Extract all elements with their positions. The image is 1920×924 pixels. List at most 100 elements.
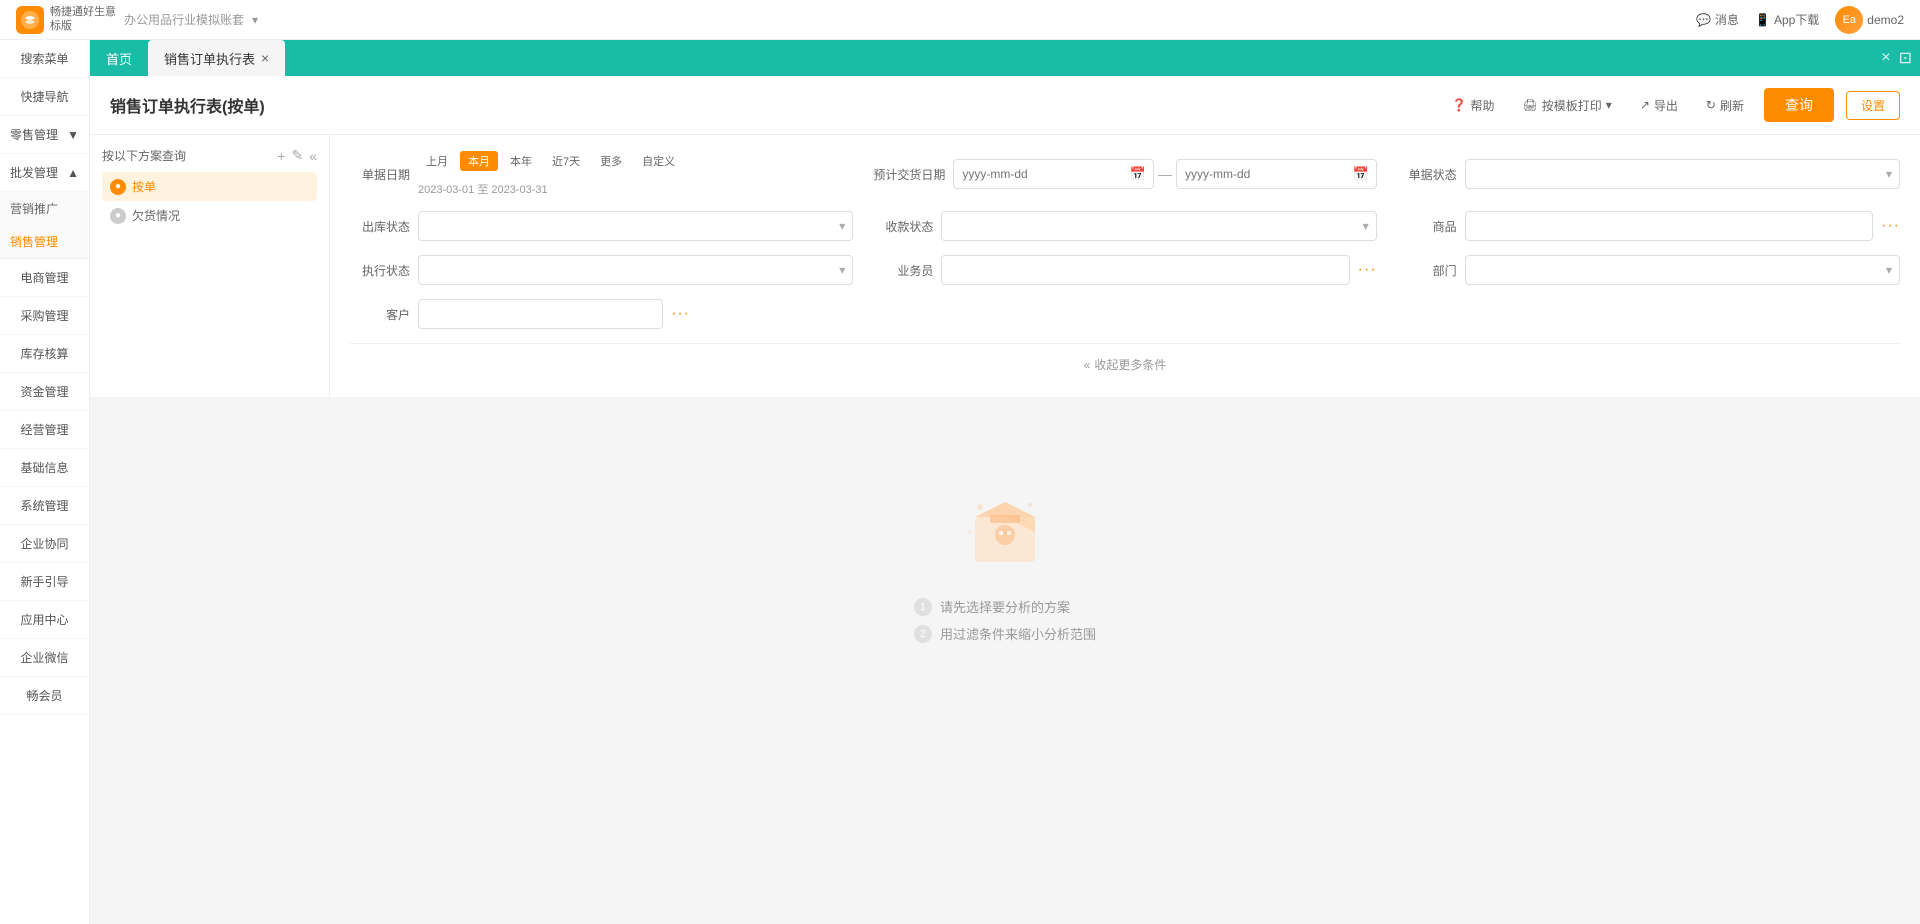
add-scheme-icon[interactable]: + xyxy=(277,148,285,164)
receipt-select[interactable] xyxy=(941,211,1376,241)
dept-select[interactable] xyxy=(1465,255,1900,285)
print-dropdown-icon: ▾ xyxy=(1606,98,1612,112)
status-select[interactable] xyxy=(1465,159,1900,189)
scheme-name-shortage: 欠货情况 xyxy=(132,207,180,224)
date-tag-last-month[interactable]: 上月 xyxy=(418,151,456,171)
customer-field: 客户 ··· xyxy=(350,299,690,329)
filter-scheme-label: 按以下方案查询 xyxy=(102,147,186,164)
template-print-btn[interactable]: 🖨 按模板打印 ▾ xyxy=(1515,93,1620,118)
breadcrumb-icon[interactable]: ▾ xyxy=(252,13,258,27)
sidebar-subitem-marketing[interactable]: 营销推广 xyxy=(0,192,89,225)
collapse-scheme-icon[interactable]: « xyxy=(309,148,317,164)
sidebar-item-finance[interactable]: 资金管理 xyxy=(0,373,89,411)
sidebar-item-basic[interactable]: 基础信息 xyxy=(0,449,89,487)
filter-scheme-icons: + ✎ « xyxy=(277,147,317,164)
execution-label: 执行状态 xyxy=(350,262,410,279)
tip-num-2: 2 xyxy=(914,625,932,643)
sidebar-item-wechat[interactable]: 企业微信 xyxy=(0,639,89,677)
sidebar-item-ecommerce[interactable]: 电商管理 xyxy=(0,259,89,297)
page-title: 销售订单执行表(按单) xyxy=(110,93,265,117)
tab-maximize-icon[interactable]: ⊡ xyxy=(1899,48,1912,68)
dept-label: 部门 xyxy=(1397,262,1457,279)
customer-more-btn[interactable]: ··· xyxy=(671,305,690,323)
tab-close-icon[interactable]: × xyxy=(261,51,269,65)
app-download-btn[interactable]: 📱 App下载 xyxy=(1755,11,1819,28)
export-btn[interactable]: ↗ 导出 xyxy=(1632,93,1686,118)
collapse-btn-row: « 收起更多条件 xyxy=(350,343,1900,381)
tip-num-1: 1 xyxy=(914,598,932,616)
sidebar-item-search[interactable]: 搜索菜单 xyxy=(0,40,89,78)
refresh-btn[interactable]: ↻ 刷新 xyxy=(1698,93,1752,118)
logo-icon xyxy=(16,6,44,34)
help-btn[interactable]: ❓ 帮助 xyxy=(1444,93,1503,118)
filter-row-3: 执行状态 ▾ 业务员 ··· xyxy=(350,255,1900,285)
settings-btn[interactable]: 设置 xyxy=(1846,91,1900,120)
sidebar-item-purchase[interactable]: 采购管理 xyxy=(0,297,89,335)
query-btn[interactable]: 查询 xyxy=(1764,88,1834,122)
shipment-select[interactable] xyxy=(418,211,853,241)
sidebar-item-retail[interactable]: 零售管理 ▼ xyxy=(0,116,89,154)
tab-sales-order[interactable]: 销售订单执行表 × xyxy=(148,40,285,76)
receipt-field: 收款状态 ▾ xyxy=(873,211,1376,241)
sales-rep-input[interactable] xyxy=(941,255,1349,285)
top-bar-left: 畅捷通好生意 标版 办公用品行业模拟账套 ▾ xyxy=(16,6,258,34)
logo-area[interactable]: 畅捷通好生意 标版 xyxy=(16,6,116,34)
sidebar-item-ops[interactable]: 经营管理 xyxy=(0,411,89,449)
sidebar-item-quick-nav[interactable]: 快捷导航 xyxy=(0,78,89,116)
avatar: Ea xyxy=(1835,6,1863,34)
date-end-input[interactable] xyxy=(1176,159,1377,189)
date-start-wrapper: 📅 xyxy=(953,159,1154,189)
collapse-btn[interactable]: « 收起更多条件 xyxy=(1072,352,1179,377)
page-header: 销售订单执行表(按单) ❓ 帮助 🖨 按模板打印 ▾ ↗ 导出 xyxy=(90,76,1920,135)
goods-field: 商品 ··· xyxy=(1397,211,1900,241)
date-tag-this-year[interactable]: 本年 xyxy=(502,151,540,171)
refresh-icon: ↻ xyxy=(1706,98,1716,112)
logo-text: 畅捷通好生意 标版 xyxy=(50,6,116,32)
expected-date-field: 预计交货日期 📅 — 📅 xyxy=(873,159,1376,189)
sidebar-item-inventory[interactable]: 库存核算 xyxy=(0,335,89,373)
goods-input[interactable] xyxy=(1465,211,1873,241)
goods-more-btn[interactable]: ··· xyxy=(1881,217,1900,235)
breadcrumb[interactable]: 办公用品行业模拟账套 xyxy=(124,11,244,28)
tab-bar: 首页 销售订单执行表 × × ⊡ xyxy=(90,40,1920,76)
sidebar-item-system[interactable]: 系统管理 xyxy=(0,487,89,525)
message-btn[interactable]: 💬 消息 xyxy=(1696,11,1739,28)
customer-input[interactable] xyxy=(418,299,663,329)
dept-field: 部门 ▾ xyxy=(1397,255,1900,285)
date-tag-custom[interactable]: 自定义 xyxy=(634,151,683,171)
dept-select-wrapper: ▾ xyxy=(1465,255,1900,285)
scheme-item-by-order[interactable]: ● 按单 xyxy=(102,172,317,201)
sidebar-item-wholesale[interactable]: 批发管理 ▲ xyxy=(0,154,89,192)
empty-state: 1 请先选择要分析的方案 2 用过滤条件来缩小分析范围 xyxy=(90,397,1920,723)
scheme-dot-gray: ● xyxy=(110,208,126,224)
date-start-input[interactable] xyxy=(953,159,1154,189)
filter-row-4: 客户 ··· xyxy=(350,299,1900,329)
date-range-picker: 📅 — 📅 xyxy=(953,159,1376,189)
empty-tips: 1 请先选择要分析的方案 2 用过滤条件来缩小分析范围 xyxy=(914,597,1096,643)
empty-tip-1: 1 请先选择要分析的方案 xyxy=(914,597,1096,616)
execution-select[interactable] xyxy=(418,255,853,285)
wholesale-expand-icon: ▲ xyxy=(67,166,79,180)
content-area: 首页 销售订单执行表 × × ⊡ 销售订单执行表(按单) ❓ 帮助 xyxy=(90,40,1920,924)
sidebar-subitem-sales[interactable]: 销售管理 xyxy=(0,225,89,258)
date-tag-more[interactable]: 更多 xyxy=(592,151,630,171)
customer-label: 客户 xyxy=(350,306,410,323)
scheme-item-shortage[interactable]: ● 欠货情况 xyxy=(102,201,317,230)
edit-scheme-icon[interactable]: ✎ xyxy=(291,147,303,164)
date-tag-this-month[interactable]: 本月 xyxy=(460,151,498,171)
tab-home[interactable]: 首页 xyxy=(90,40,148,76)
filter-panel: 按以下方案查询 + ✎ « ● 按单 ● 欠货情况 xyxy=(90,135,1920,397)
sidebar-item-appcenter[interactable]: 应用中心 xyxy=(0,601,89,639)
sidebar-item-member[interactable]: 畅会员 xyxy=(0,677,89,715)
sales-rep-field: 业务员 ··· xyxy=(873,255,1376,285)
sidebar-item-guide[interactable]: 新手引导 xyxy=(0,563,89,601)
sidebar-item-collab[interactable]: 企业协同 xyxy=(0,525,89,563)
tab-minimize-icon[interactable]: × xyxy=(1881,49,1890,67)
user-profile-btn[interactable]: Ea demo2 xyxy=(1835,6,1904,34)
shipment-select-wrapper: ▾ xyxy=(418,211,853,241)
sales-rep-more-btn[interactable]: ··· xyxy=(1358,261,1377,279)
date-tag-7days[interactable]: 近7天 xyxy=(544,151,588,171)
filter-scheme-panel: 按以下方案查询 + ✎ « ● 按单 ● 欠货情况 xyxy=(90,135,330,397)
execution-select-wrapper: ▾ xyxy=(418,255,853,285)
date-end-wrapper: 📅 xyxy=(1176,159,1377,189)
